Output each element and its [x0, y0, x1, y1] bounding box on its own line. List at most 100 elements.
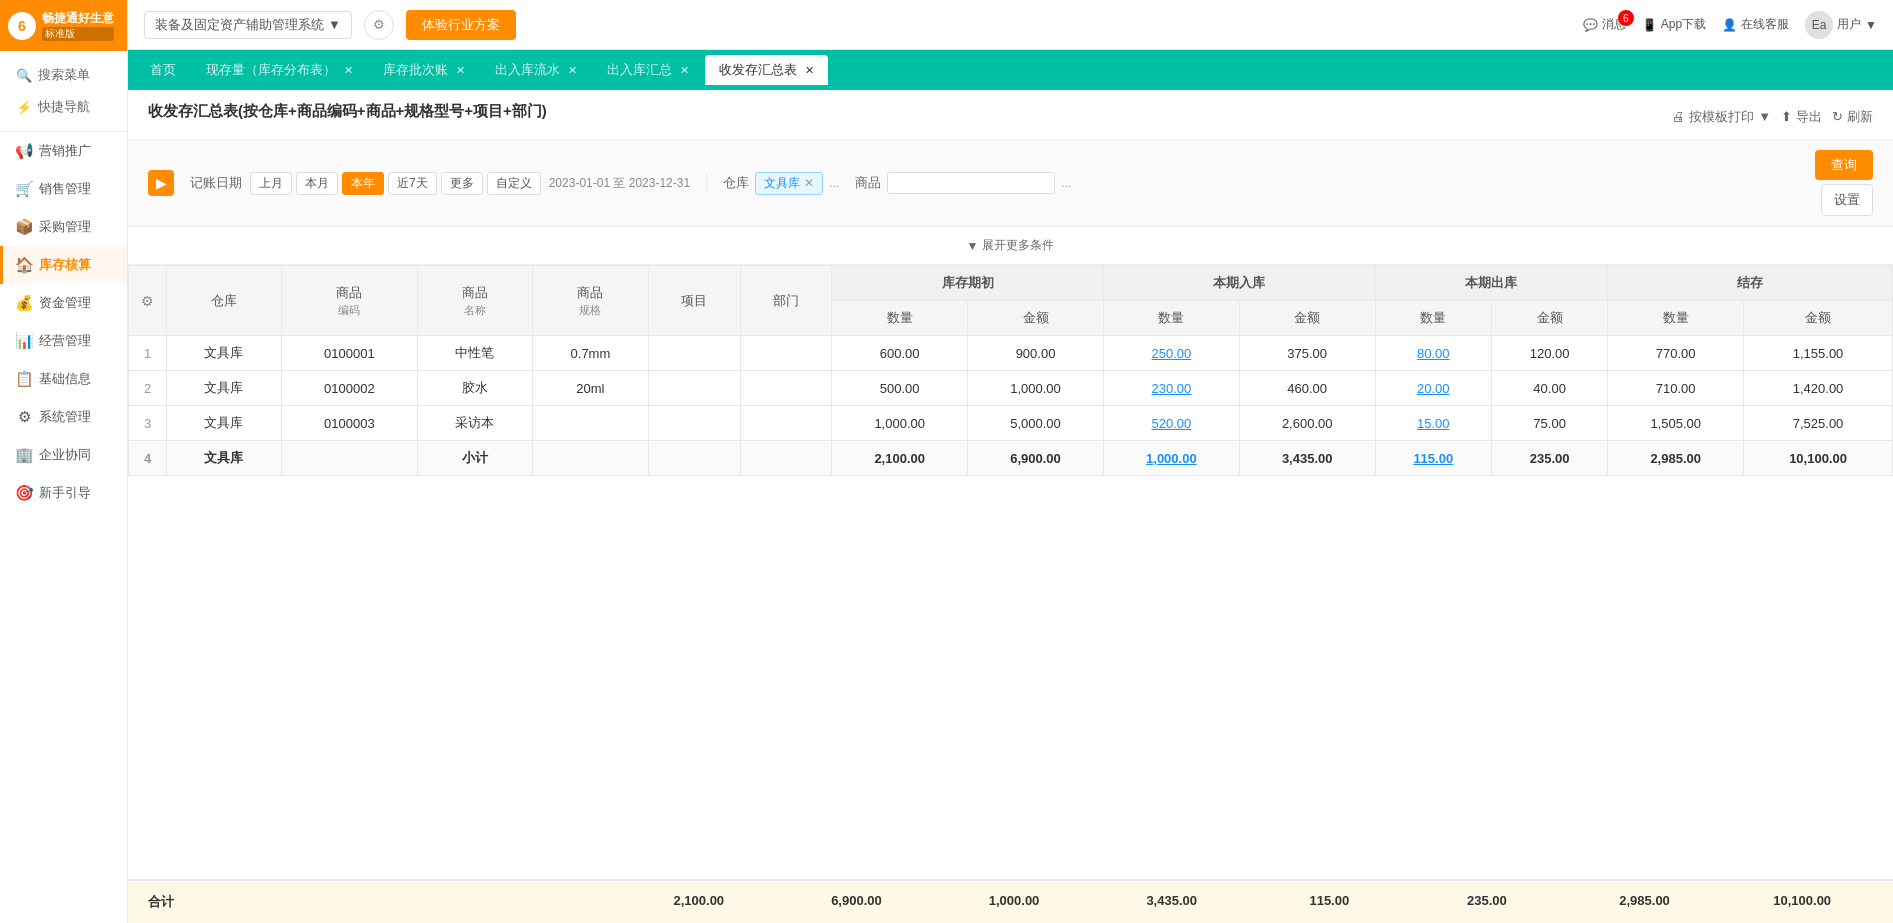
refresh-btn[interactable]: ↻ 刷新	[1832, 108, 1873, 126]
row-opening-amt: 6,900.00	[968, 441, 1104, 476]
sidebar-item-inventory[interactable]: 🏠库存核算	[0, 246, 127, 284]
row-goods-spec: 20ml	[532, 371, 648, 406]
tab-inout-flow[interactable]: 出入库流水✕	[481, 55, 591, 85]
export-icon: ⬆	[1781, 109, 1792, 124]
date-option-2[interactable]: 本年	[342, 172, 384, 195]
gear-col-header[interactable]: ⚙	[129, 266, 167, 336]
tab-close-inout-summary[interactable]: ✕	[680, 64, 689, 77]
tab-close-inout-flow[interactable]: ✕	[568, 64, 577, 77]
refresh-icon: ↻	[1832, 109, 1843, 124]
row-warehouse: 文具库	[167, 406, 282, 441]
outbound-amt-header: 金额	[1491, 301, 1607, 336]
row-balance-qty: 1,505.00	[1608, 406, 1744, 441]
row-balance-qty: 710.00	[1608, 371, 1744, 406]
trial-btn[interactable]: 体验行业方案	[406, 10, 516, 40]
nav-icon-system: ⚙	[15, 408, 33, 426]
topbar-settings-btn[interactable]: ⚙	[364, 10, 394, 40]
print-icon: 🖨	[1672, 109, 1685, 124]
row-goods-spec: 0.7mm	[532, 336, 648, 371]
dropdown-icon: ▼	[328, 17, 341, 32]
row-outbound-amt: 75.00	[1491, 406, 1607, 441]
expand-more-btn[interactable]: ▼ 展开更多条件	[959, 233, 1063, 258]
row-warehouse: 文具库	[167, 336, 282, 371]
goods-filter-input[interactable]	[887, 172, 1055, 194]
tab-home[interactable]: 首页	[136, 55, 190, 85]
nav-label-guide: 新手引导	[39, 484, 91, 502]
online-service-btn[interactable]: 👤 在线客服	[1722, 16, 1789, 33]
sidebar-item-operations[interactable]: 📊经营管理	[0, 322, 127, 360]
goods-filter-more[interactable]: ...	[1061, 176, 1071, 190]
user-btn[interactable]: Ea 用户 ▼	[1805, 11, 1877, 39]
row-goods-code: 0100002	[281, 371, 417, 406]
content-area: 收发存汇总表(按仓库+商品编码+商品+规格型号+项目+部门) 🖨 按模板打印 ▼…	[128, 90, 1893, 923]
row-balance-qty: 2,985.00	[1608, 441, 1744, 476]
filter-settings-btn[interactable]: 设置	[1821, 184, 1873, 216]
footer-outbound-qty: 115.00	[1251, 889, 1409, 915]
project-col-header: 项目	[649, 266, 741, 336]
system-name-label: 装备及固定资产辅助管理系统	[155, 16, 324, 34]
row-goods-name: 采访本	[417, 406, 532, 441]
warehouse-filter-label: 仓库	[723, 174, 749, 192]
row-project	[649, 371, 741, 406]
search-menu-item[interactable]: 🔍 搜索菜单	[8, 59, 119, 91]
tab-recv-send-summary[interactable]: 收发存汇总表 ✕	[705, 55, 828, 85]
tab-inout-summary[interactable]: 出入库汇总✕	[593, 55, 703, 85]
row-opening-qty: 2,100.00	[832, 441, 968, 476]
row-inbound-qty: 520.00	[1103, 406, 1239, 441]
row-outbound-amt: 40.00	[1491, 371, 1607, 406]
sidebar-item-guide[interactable]: 🎯 新手引导	[0, 474, 127, 512]
export-btn[interactable]: ⬆ 导出	[1781, 108, 1822, 126]
row-no: 4	[129, 441, 167, 476]
nav-icon-basic: 📋	[15, 370, 33, 388]
sidebar-item-purchase[interactable]: 📦采购管理	[0, 208, 127, 246]
row-opening-amt: 5,000.00	[968, 406, 1104, 441]
app-download-btn[interactable]: 📱 App下载	[1642, 16, 1706, 33]
sidebar-item-basic[interactable]: 📋基础信息	[0, 360, 127, 398]
sidebar-item-system[interactable]: ⚙系统管理	[0, 398, 127, 436]
online-service-label: 在线客服	[1741, 16, 1789, 33]
sidebar-item-marketing[interactable]: 📢营销推广	[0, 132, 127, 170]
nav-label-sales: 销售管理	[39, 180, 91, 198]
system-name-select[interactable]: 装备及固定资产辅助管理系统 ▼	[144, 11, 352, 39]
warehouse-tag-close[interactable]: ✕	[804, 176, 814, 190]
nav-icon-operations: 📊	[15, 332, 33, 350]
quick-nav-item[interactable]: ⚡ 快捷导航	[8, 91, 119, 123]
message-icon: 💬	[1583, 18, 1598, 32]
search-icon: 🔍	[16, 68, 32, 83]
opening-qty-header: 数量	[832, 301, 968, 336]
nav-icon-guide: 🎯	[15, 484, 33, 502]
sidebar-item-sales[interactable]: 🛒销售管理	[0, 170, 127, 208]
warehouse-filter: 仓库 文具库 ✕ ...	[723, 172, 839, 195]
inbound-amt-header: 金额	[1239, 301, 1375, 336]
print-btn[interactable]: 🖨 按模板打印 ▼	[1672, 108, 1771, 126]
date-option-4[interactable]: 更多	[441, 172, 483, 195]
filter-toggle-btn[interactable]: ▶	[148, 170, 174, 196]
date-option-3[interactable]: 近7天	[388, 172, 437, 195]
row-inbound-qty: 1,000.00	[1103, 441, 1239, 476]
date-option-5[interactable]: 自定义	[487, 172, 541, 195]
nav-label-marketing: 营销推广	[39, 142, 91, 160]
inbound-qty-header: 数量	[1103, 301, 1239, 336]
tab-close-recv-send-summary[interactable]: ✕	[805, 64, 814, 77]
table-settings-icon[interactable]: ⚙	[141, 293, 154, 309]
tab-close-inventory-dist[interactable]: ✕	[344, 64, 353, 77]
date-option-1[interactable]: 本月	[296, 172, 338, 195]
query-btn[interactable]: 查询	[1815, 150, 1873, 180]
tab-inventory-dist[interactable]: 现存量（库存分布表）✕	[192, 55, 367, 85]
messages-btn[interactable]: 💬 消息 6	[1583, 16, 1626, 33]
inbound-group-header: 本期入库	[1103, 266, 1375, 301]
date-option-0[interactable]: 上月	[250, 172, 292, 195]
warehouse-filter-more[interactable]: ...	[829, 176, 839, 190]
tab-label-home: 首页	[150, 61, 176, 79]
page-title: 收发存汇总表(按仓库+商品编码+商品+规格型号+项目+部门)	[148, 102, 547, 121]
tab-label-recv-send-summary: 收发存汇总表	[719, 61, 797, 79]
goods-name-col-header: 商品名称	[417, 266, 532, 336]
sidebar-item-finance[interactable]: 💰资金管理	[0, 284, 127, 322]
row-inbound-amt: 3,435.00	[1239, 441, 1375, 476]
row-outbound-qty: 80.00	[1375, 336, 1491, 371]
row-inbound-qty: 230.00	[1103, 371, 1239, 406]
tab-batch[interactable]: 库存批次账✕	[369, 55, 479, 85]
warehouse-tag[interactable]: 文具库 ✕	[755, 172, 823, 195]
tab-close-batch[interactable]: ✕	[456, 64, 465, 77]
sidebar-item-enterprise[interactable]: 🏢企业协同	[0, 436, 127, 474]
